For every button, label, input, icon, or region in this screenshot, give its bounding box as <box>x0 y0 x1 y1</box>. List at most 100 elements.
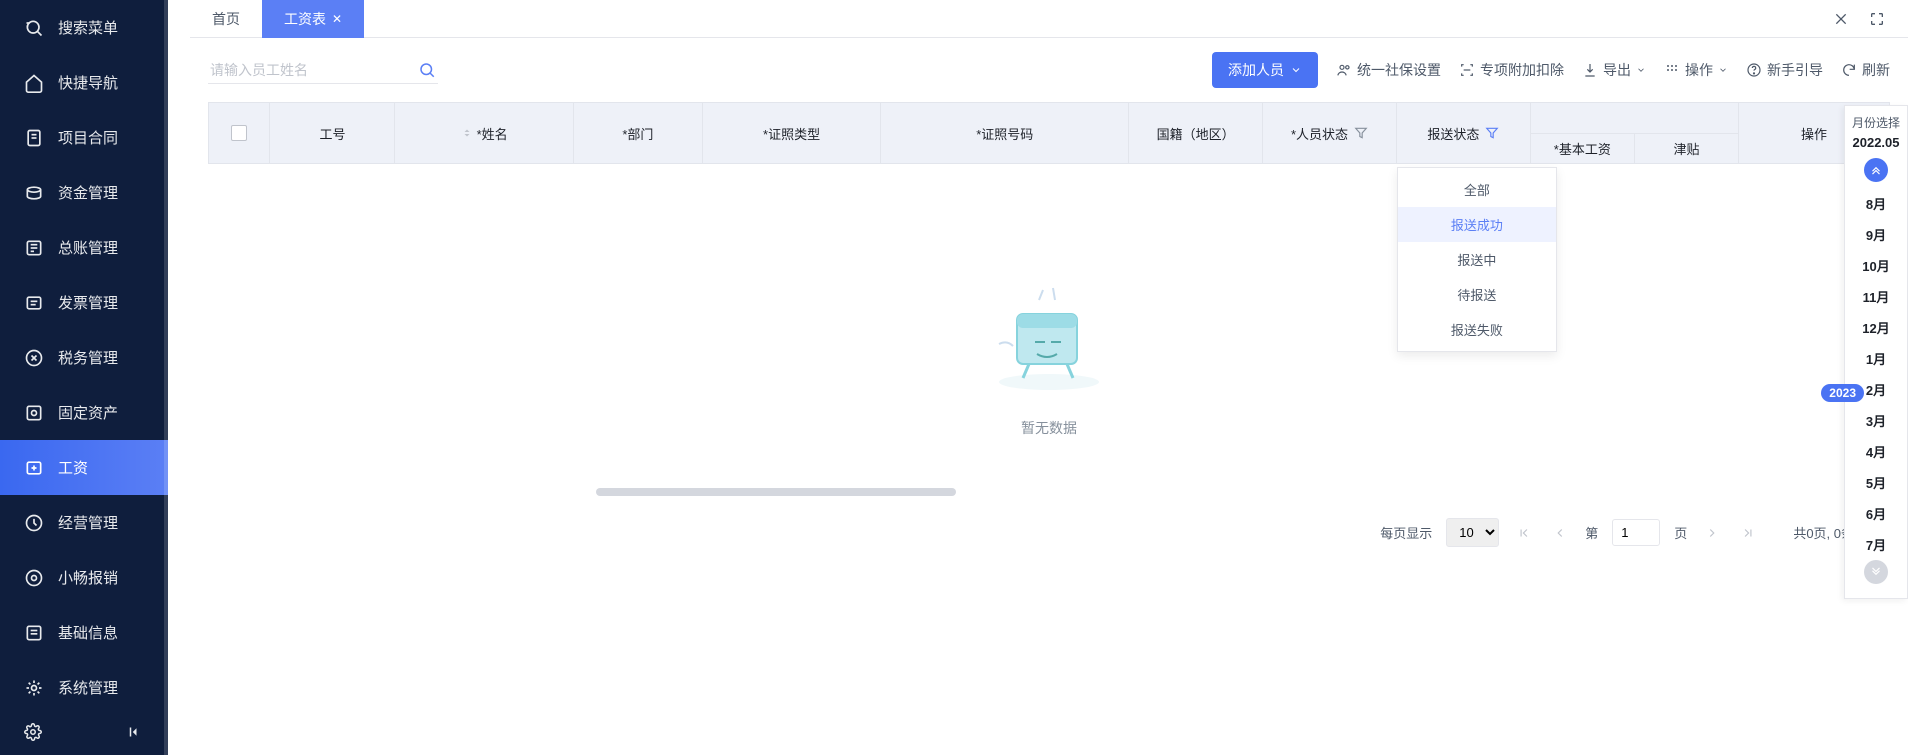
th-nationality[interactable]: 国籍（地区） <box>1129 103 1263 163</box>
search-icon[interactable] <box>418 61 436 79</box>
sidebar-item-quick-nav[interactable]: 快捷导航 <box>0 55 168 110</box>
year-badge: 2023 <box>1821 384 1864 402</box>
button-label: 刷新 <box>1862 60 1890 80</box>
toolbar: 添加人员 统一社保设置 专项附加扣除 导出 <box>190 38 1908 102</box>
tab-home[interactable]: 首页 <box>190 0 262 38</box>
money-icon <box>24 183 44 203</box>
social-settings-button[interactable]: 统一社保设置 <box>1336 60 1441 80</box>
refresh-button[interactable]: 刷新 <box>1841 60 1890 80</box>
sidebar-item-search-menu[interactable]: 搜索菜单 <box>0 0 168 55</box>
sidebar-item-label: 项目合同 <box>58 127 118 148</box>
settings-icon[interactable] <box>24 723 42 741</box>
page-prefix: 第 <box>1585 523 1598 542</box>
operate-button[interactable]: 操作 <box>1664 60 1728 80</box>
month-scroll-down-button[interactable] <box>1864 560 1888 584</box>
chevron-down-icon <box>1290 64 1302 76</box>
month-item[interactable]: 12月 <box>1845 312 1907 343</box>
month-item[interactable]: 8月 <box>1845 188 1907 219</box>
last-page-button[interactable] <box>1737 526 1759 540</box>
th-salary-group: *基本工资 津贴 <box>1531 103 1739 163</box>
close-all-tabs-button[interactable] <box>1826 4 1856 34</box>
sidebar-item-fixed-asset[interactable]: 固定资产 <box>0 385 168 440</box>
sidebar-item-funds[interactable]: 资金管理 <box>0 165 168 220</box>
sidebar-item-label: 小畅报销 <box>58 567 118 588</box>
export-icon <box>1582 62 1598 78</box>
chevron-down-icon <box>1718 65 1728 75</box>
export-button[interactable]: 导出 <box>1582 60 1646 80</box>
sort-icon[interactable] <box>461 127 473 139</box>
month-item[interactable]: 9月 <box>1845 219 1907 250</box>
search-input[interactable] <box>210 62 414 78</box>
sidebar-item-system[interactable]: 系统管理 <box>0 660 168 715</box>
th-name[interactable]: *姓名 <box>395 103 573 163</box>
sidebar: 搜索菜单 快捷导航 项目合同 资金管理 总账管理 发票管理 税务管理 <box>0 0 168 755</box>
report-status-filter-dropdown: 全部 报送成功 报送中 待报送 报送失败 <box>1397 167 1557 352</box>
sidebar-item-invoice[interactable]: 发票管理 <box>0 275 168 330</box>
sidebar-item-operation[interactable]: 经营管理 <box>0 495 168 550</box>
th-allowance[interactable]: 津贴 <box>1635 134 1738 164</box>
sidebar-scrollbar[interactable] <box>164 0 168 755</box>
sidebar-item-base-info[interactable]: 基础信息 <box>0 605 168 660</box>
month-item[interactable]: 10月 <box>1845 250 1907 281</box>
month-item[interactable]: 3月 <box>1845 405 1907 436</box>
sidebar-item-salary[interactable]: 工资 <box>0 440 168 495</box>
th-id-type[interactable]: *证照类型 <box>703 103 881 163</box>
th-id-no[interactable]: *证照号码 <box>881 103 1129 163</box>
sidebar-item-label: 基础信息 <box>58 622 118 643</box>
sidebar-item-tax[interactable]: 税务管理 <box>0 330 168 385</box>
select-all-checkbox[interactable] <box>231 125 247 141</box>
sidebar-item-label: 税务管理 <box>58 347 118 368</box>
sidebar-item-project-contract[interactable]: 项目合同 <box>0 110 168 165</box>
prev-page-button[interactable] <box>1549 526 1571 540</box>
grid-icon <box>1664 62 1680 78</box>
th-base-salary[interactable]: *基本工资 <box>1531 134 1635 164</box>
sidebar-item-ledger[interactable]: 总账管理 <box>0 220 168 275</box>
filter-option-all[interactable]: 全部 <box>1398 172 1556 207</box>
doc-icon <box>24 128 44 148</box>
horizontal-scrollbar-thumb[interactable] <box>596 488 956 496</box>
first-page-button[interactable] <box>1513 526 1535 540</box>
month-item[interactable]: 4月 <box>1845 436 1907 467</box>
th-report-status[interactable]: 报送状态 全部 报送成功 报送中 待报送 报送失败 <box>1397 103 1531 163</box>
next-page-button[interactable] <box>1701 526 1723 540</box>
per-page-select[interactable]: 10 <box>1446 518 1499 547</box>
tab-label: 工资表 <box>284 9 326 29</box>
help-icon <box>1746 62 1762 78</box>
month-item[interactable]: 7月 <box>1845 529 1907 560</box>
month-item[interactable]: 5月 <box>1845 467 1907 498</box>
filter-icon[interactable] <box>1485 126 1499 140</box>
th-dept[interactable]: *部门 <box>574 103 703 163</box>
filter-option-success[interactable]: 报送成功 <box>1398 207 1556 242</box>
month-scroll-up-button[interactable] <box>1864 158 1888 182</box>
horizontal-scrollbar-track[interactable] <box>226 488 1872 496</box>
tab-salary-sheet[interactable]: 工资表 ✕ <box>262 0 364 38</box>
filter-icon[interactable] <box>1354 126 1368 140</box>
refresh-icon <box>1841 62 1857 78</box>
th-person-status[interactable]: *人员状态 <box>1263 103 1397 163</box>
receipt-icon <box>24 293 44 313</box>
month-item[interactable]: 6月 <box>1845 498 1907 529</box>
sidebar-item-label: 资金管理 <box>58 182 118 203</box>
collapse-icon[interactable] <box>126 723 144 741</box>
close-icon[interactable]: ✕ <box>332 12 342 26</box>
month-item[interactable]: 11月 <box>1845 281 1907 312</box>
add-employee-button[interactable]: 添加人员 <box>1212 52 1318 88</box>
month-panel: 月份选择 2022.05 8月 9月 10月 11月 12月 1月 2月 3月 … <box>1844 105 1908 599</box>
filter-option-in-progress[interactable]: 报送中 <box>1398 242 1556 277</box>
page-suffix: 页 <box>1674 523 1687 542</box>
fullscreen-button[interactable] <box>1862 4 1892 34</box>
guide-button[interactable]: 新手引导 <box>1746 60 1823 80</box>
sidebar-item-expense[interactable]: 小畅报销 <box>0 550 168 605</box>
sidebar-item-label: 总账管理 <box>58 237 118 258</box>
special-deduction-button[interactable]: 专项附加扣除 <box>1459 60 1564 80</box>
filter-option-failed[interactable]: 报送失败 <box>1398 312 1556 347</box>
button-label: 新手引导 <box>1767 60 1823 80</box>
month-item[interactable]: 1月 <box>1845 343 1907 374</box>
filter-option-pending[interactable]: 待报送 <box>1398 277 1556 312</box>
empty-text: 暂无数据 <box>1021 418 1077 438</box>
th-worker-no[interactable]: 工号 <box>270 103 395 163</box>
empty-state: 暂无数据 <box>208 164 1890 478</box>
search-icon <box>24 18 44 38</box>
page-input[interactable] <box>1612 519 1660 546</box>
init-icon <box>24 513 44 533</box>
